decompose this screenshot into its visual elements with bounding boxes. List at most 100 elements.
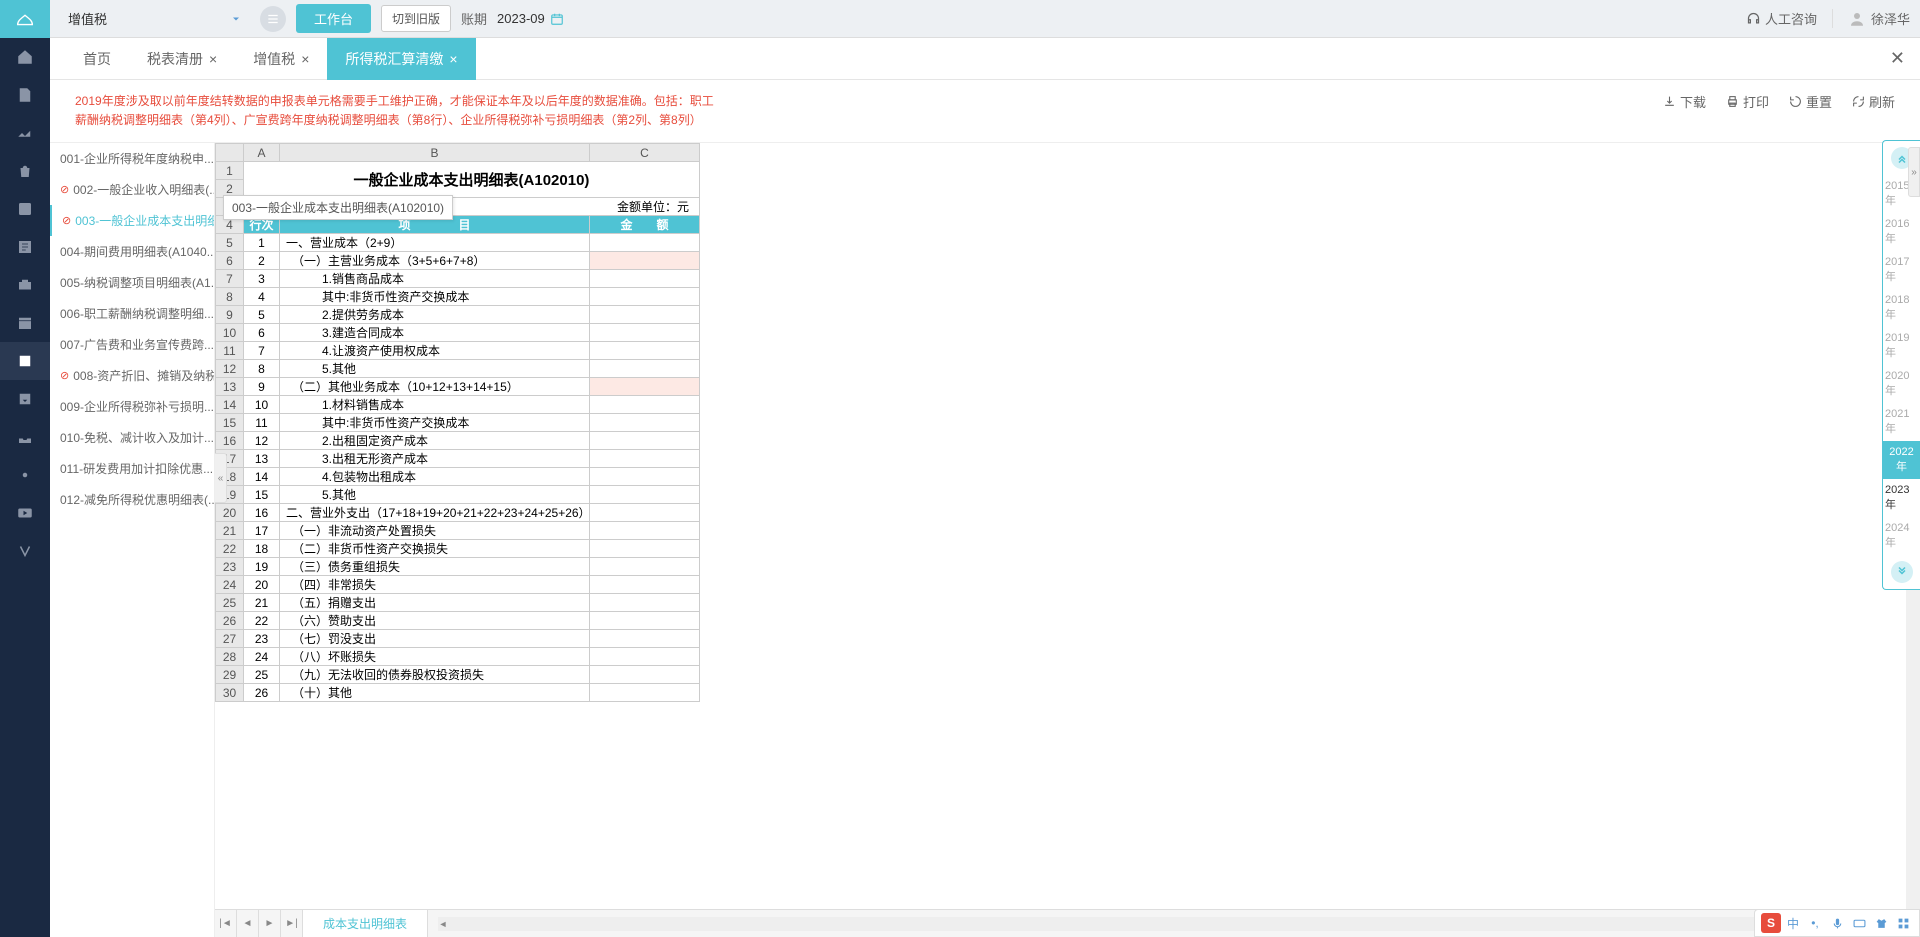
cell-amount[interactable]: [590, 342, 700, 360]
ime-toolbox-button[interactable]: [1893, 913, 1913, 933]
reset-button[interactable]: 重置: [1789, 92, 1832, 111]
year-item[interactable]: 2022年: [1883, 441, 1920, 479]
nav-report-icon[interactable]: [0, 228, 50, 266]
cell-amount[interactable]: [590, 288, 700, 306]
tab-item[interactable]: 增值税×: [235, 38, 327, 80]
col-header-a[interactable]: A: [244, 144, 280, 162]
year-item[interactable]: 2016年: [1883, 213, 1920, 251]
cell-amount[interactable]: [590, 414, 700, 432]
download-button[interactable]: 下载: [1663, 92, 1706, 111]
cell-amount[interactable]: [590, 648, 700, 666]
year-item[interactable]: 2018年: [1883, 289, 1920, 327]
cell-rownum[interactable]: 20: [244, 576, 280, 594]
cell-amount[interactable]: [590, 666, 700, 684]
cell-amount[interactable]: [590, 630, 700, 648]
cell-item[interactable]: （一）非流动资产处置损失: [280, 522, 590, 540]
nav-calendar-icon[interactable]: [0, 304, 50, 342]
row-header[interactable]: 7: [216, 270, 244, 288]
tab-item[interactable]: 税表清册×: [129, 38, 235, 80]
cell-item[interactable]: （六）赞助支出: [280, 612, 590, 630]
cell-item[interactable]: （二）其他业务成本（10+12+13+14+15）: [280, 378, 590, 396]
close-all-tabs-button[interactable]: ✕: [1890, 48, 1905, 69]
cell-item[interactable]: 5.其他: [280, 486, 590, 504]
nav-doc-icon[interactable]: [0, 76, 50, 114]
year-item[interactable]: 2024年: [1883, 517, 1920, 555]
cell-item[interactable]: （二）非货币性资产交换损失: [280, 540, 590, 558]
row-header[interactable]: 13: [216, 378, 244, 396]
cell-rownum[interactable]: 13: [244, 450, 280, 468]
user-menu[interactable]: 徐泽华: [1832, 9, 1910, 28]
cell-item[interactable]: （九）无法收回的债券股权投资损失: [280, 666, 590, 684]
row-header[interactable]: 12: [216, 360, 244, 378]
cell-amount[interactable]: [590, 378, 700, 396]
tab-item[interactable]: 所得税汇算清缴×: [327, 38, 475, 80]
sheet-tab[interactable]: 成本支出明细表: [303, 910, 428, 937]
cell-amount[interactable]: [590, 270, 700, 288]
cell-rownum[interactable]: 2: [244, 252, 280, 270]
nav-v-icon[interactable]: [0, 532, 50, 570]
cell-rownum[interactable]: 9: [244, 378, 280, 396]
row-header[interactable]: 20: [216, 504, 244, 522]
cell-amount[interactable]: [590, 576, 700, 594]
hscroll-left[interactable]: ◄: [438, 919, 448, 929]
cell-rownum[interactable]: 17: [244, 522, 280, 540]
cell-item[interactable]: 1.材料销售成本: [280, 396, 590, 414]
nav-ledger-icon[interactable]: [0, 190, 50, 228]
cell-amount[interactable]: [590, 522, 700, 540]
cell-item[interactable]: 4.让渡资产使用权成本: [280, 342, 590, 360]
cell-amount[interactable]: [590, 612, 700, 630]
nav-bag-icon[interactable]: [0, 152, 50, 190]
cell-amount[interactable]: [590, 234, 700, 252]
cell-amount[interactable]: [590, 360, 700, 378]
row-header[interactable]: 25: [216, 594, 244, 612]
year-item[interactable]: 2017年: [1883, 251, 1920, 289]
year-down-button[interactable]: [1891, 561, 1913, 583]
cell-item[interactable]: 其中:非货币性资产交换成本: [280, 288, 590, 306]
form-list-item[interactable]: ⊘002-一般企业收入明细表(...: [50, 174, 214, 205]
cell-amount[interactable]: [590, 450, 700, 468]
cell-rownum[interactable]: 14: [244, 468, 280, 486]
row-header[interactable]: 29: [216, 666, 244, 684]
nav-home-icon[interactable]: [0, 38, 50, 76]
cell-rownum[interactable]: 5: [244, 306, 280, 324]
row-header[interactable]: 21: [216, 522, 244, 540]
cell-rownum[interactable]: 24: [244, 648, 280, 666]
nav-tax-icon[interactable]: [0, 342, 50, 380]
app-logo[interactable]: [0, 0, 50, 38]
nav-asset-icon[interactable]: [0, 266, 50, 304]
cell-item[interactable]: 3.建造合同成本: [280, 324, 590, 342]
cell-item[interactable]: 2.出租固定资产成本: [280, 432, 590, 450]
form-list-item[interactable]: 006-职工薪酬纳税调整明细...: [50, 298, 214, 329]
cell-rownum[interactable]: 10: [244, 396, 280, 414]
cell-item[interactable]: （一）主营业务成本（3+5+6+7+8）: [280, 252, 590, 270]
form-list-item[interactable]: 011-研发费用加计扣除优惠...: [50, 453, 214, 484]
nav-settings-icon[interactable]: [0, 456, 50, 494]
row-header[interactable]: 8: [216, 288, 244, 306]
cell-rownum[interactable]: 4: [244, 288, 280, 306]
row-header[interactable]: 22: [216, 540, 244, 558]
cell-item[interactable]: （八）坏账损失: [280, 648, 590, 666]
cell-rownum[interactable]: 22: [244, 612, 280, 630]
cell-amount[interactable]: [590, 396, 700, 414]
cell-rownum[interactable]: 3: [244, 270, 280, 288]
cell-amount[interactable]: [590, 504, 700, 522]
cell-rownum[interactable]: 21: [244, 594, 280, 612]
form-list-item[interactable]: ⊘003-一般企业成本支出明细...: [50, 205, 214, 236]
cell-item[interactable]: 1.销售商品成本: [280, 270, 590, 288]
year-item[interactable]: 2023年: [1883, 479, 1920, 517]
row-header[interactable]: 5: [216, 234, 244, 252]
year-item[interactable]: 2019年: [1883, 327, 1920, 365]
form-list-item[interactable]: 009-企业所得税弥补亏损明...: [50, 391, 214, 422]
year-item[interactable]: 2021年: [1883, 403, 1920, 441]
cell-item[interactable]: 二、营业外支出（17+18+19+20+21+22+23+24+25+26）: [280, 504, 590, 522]
cell-amount[interactable]: [590, 252, 700, 270]
cell-item[interactable]: 其中:非货币性资产交换成本: [280, 414, 590, 432]
cell-rownum[interactable]: 23: [244, 630, 280, 648]
spreadsheet[interactable]: A B C 1一般企业成本支出明细表(A102010) 2 3金额单位：元 4 …: [215, 143, 700, 702]
row-header[interactable]: 10: [216, 324, 244, 342]
cell-rownum[interactable]: 11: [244, 414, 280, 432]
ime-punct-button[interactable]: •,: [1805, 913, 1825, 933]
ime-skin-button[interactable]: [1871, 913, 1891, 933]
cell-rownum[interactable]: 25: [244, 666, 280, 684]
row-header[interactable]: 28: [216, 648, 244, 666]
